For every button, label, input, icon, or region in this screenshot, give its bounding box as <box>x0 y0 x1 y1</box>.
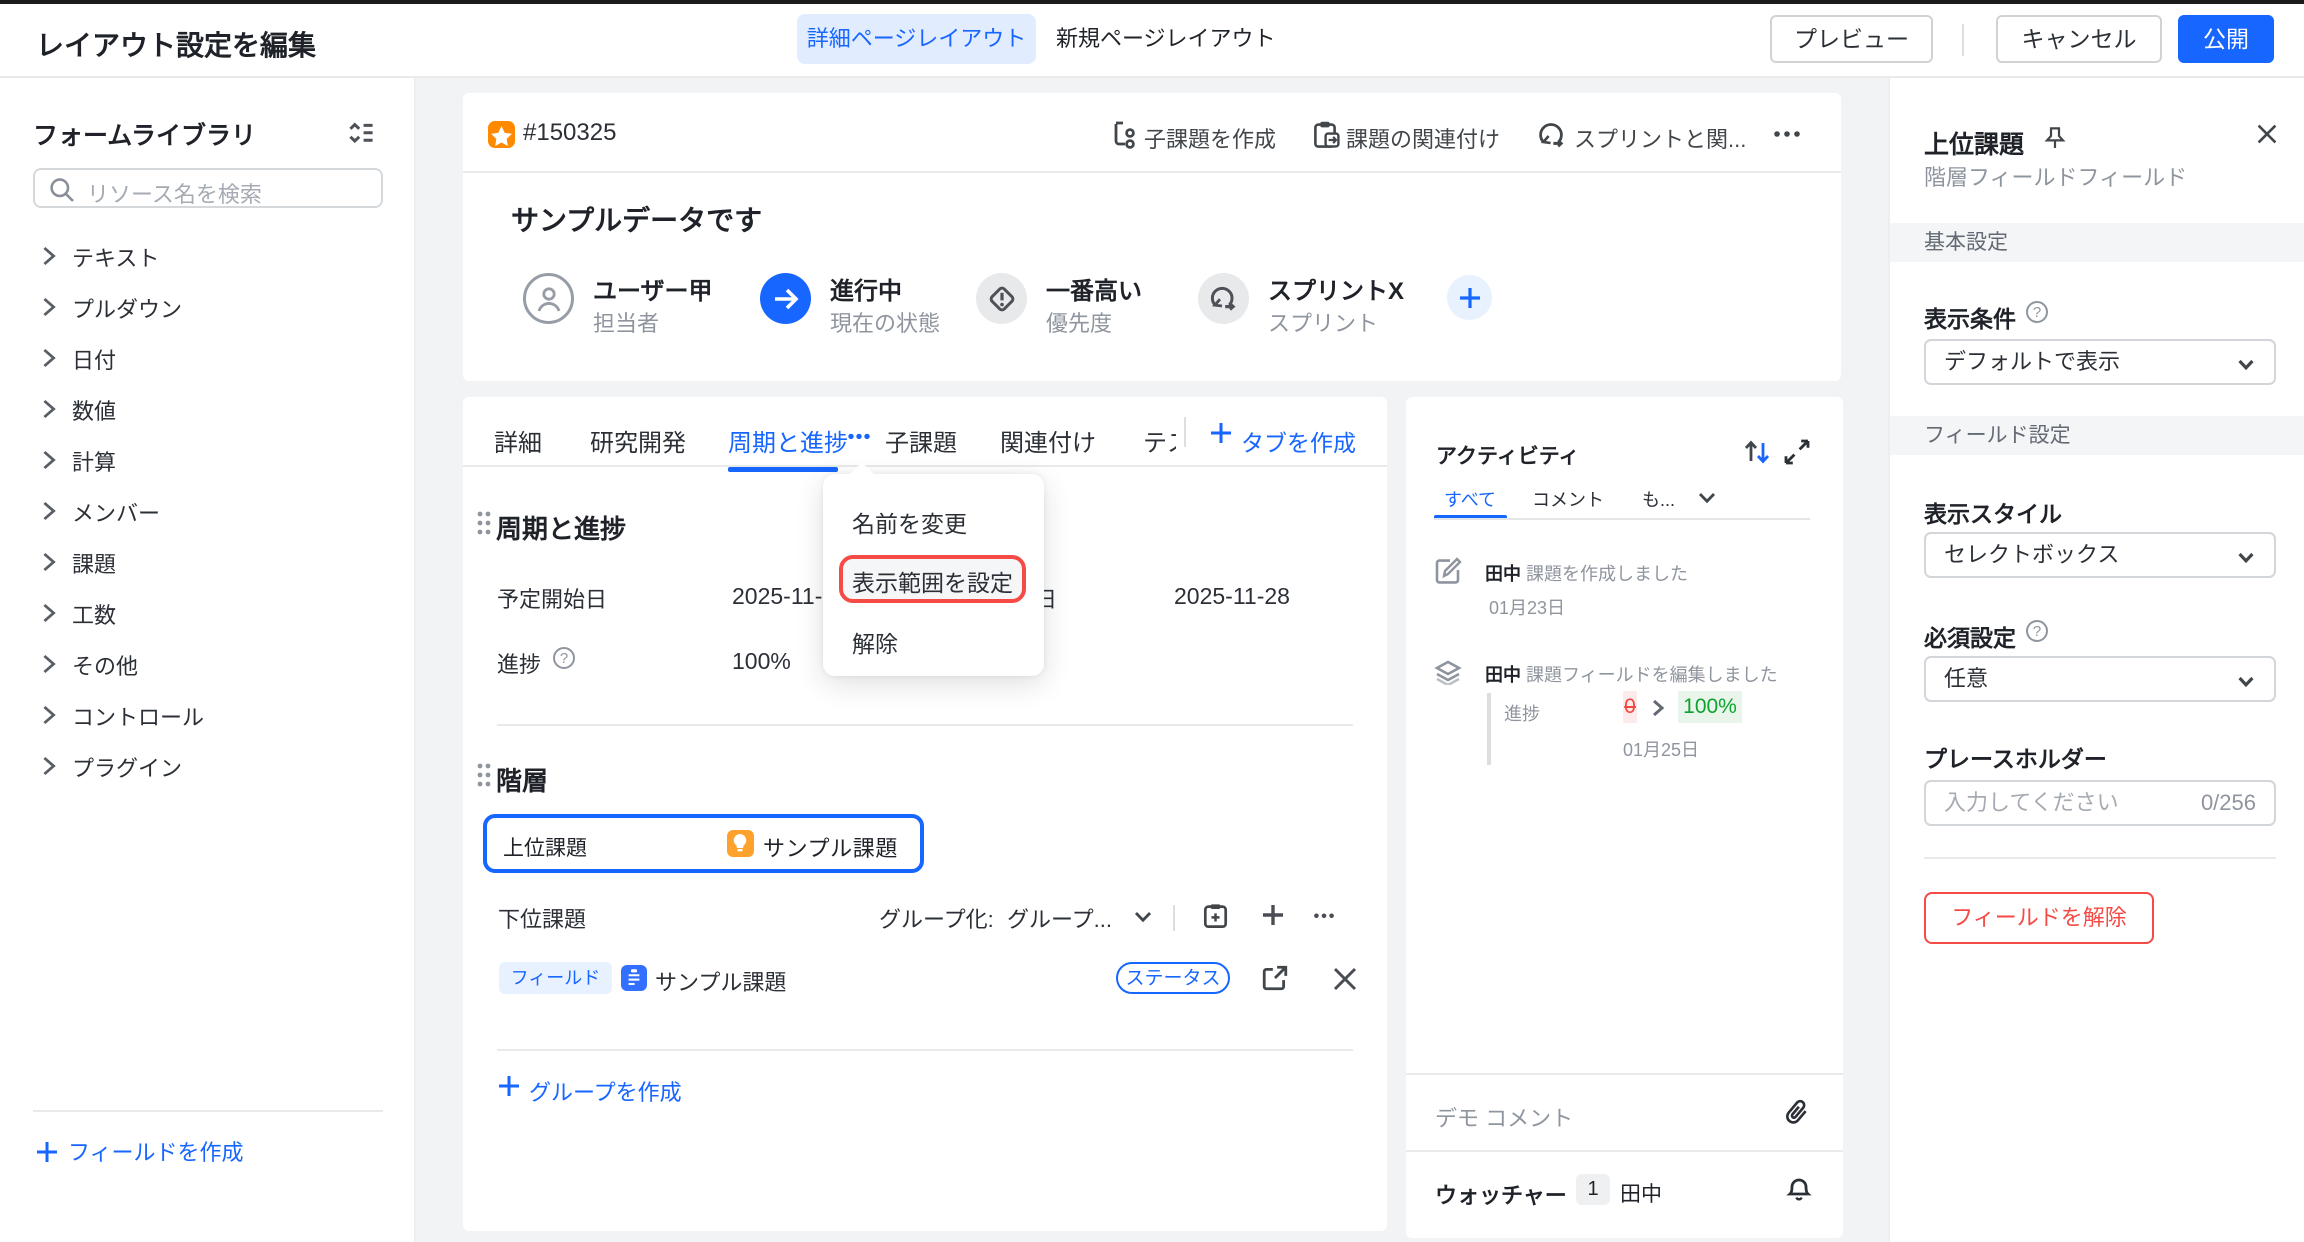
svg-text:?: ? <box>2033 623 2041 640</box>
svg-text:?: ? <box>560 650 568 667</box>
svg-text:?: ? <box>2033 304 2041 321</box>
